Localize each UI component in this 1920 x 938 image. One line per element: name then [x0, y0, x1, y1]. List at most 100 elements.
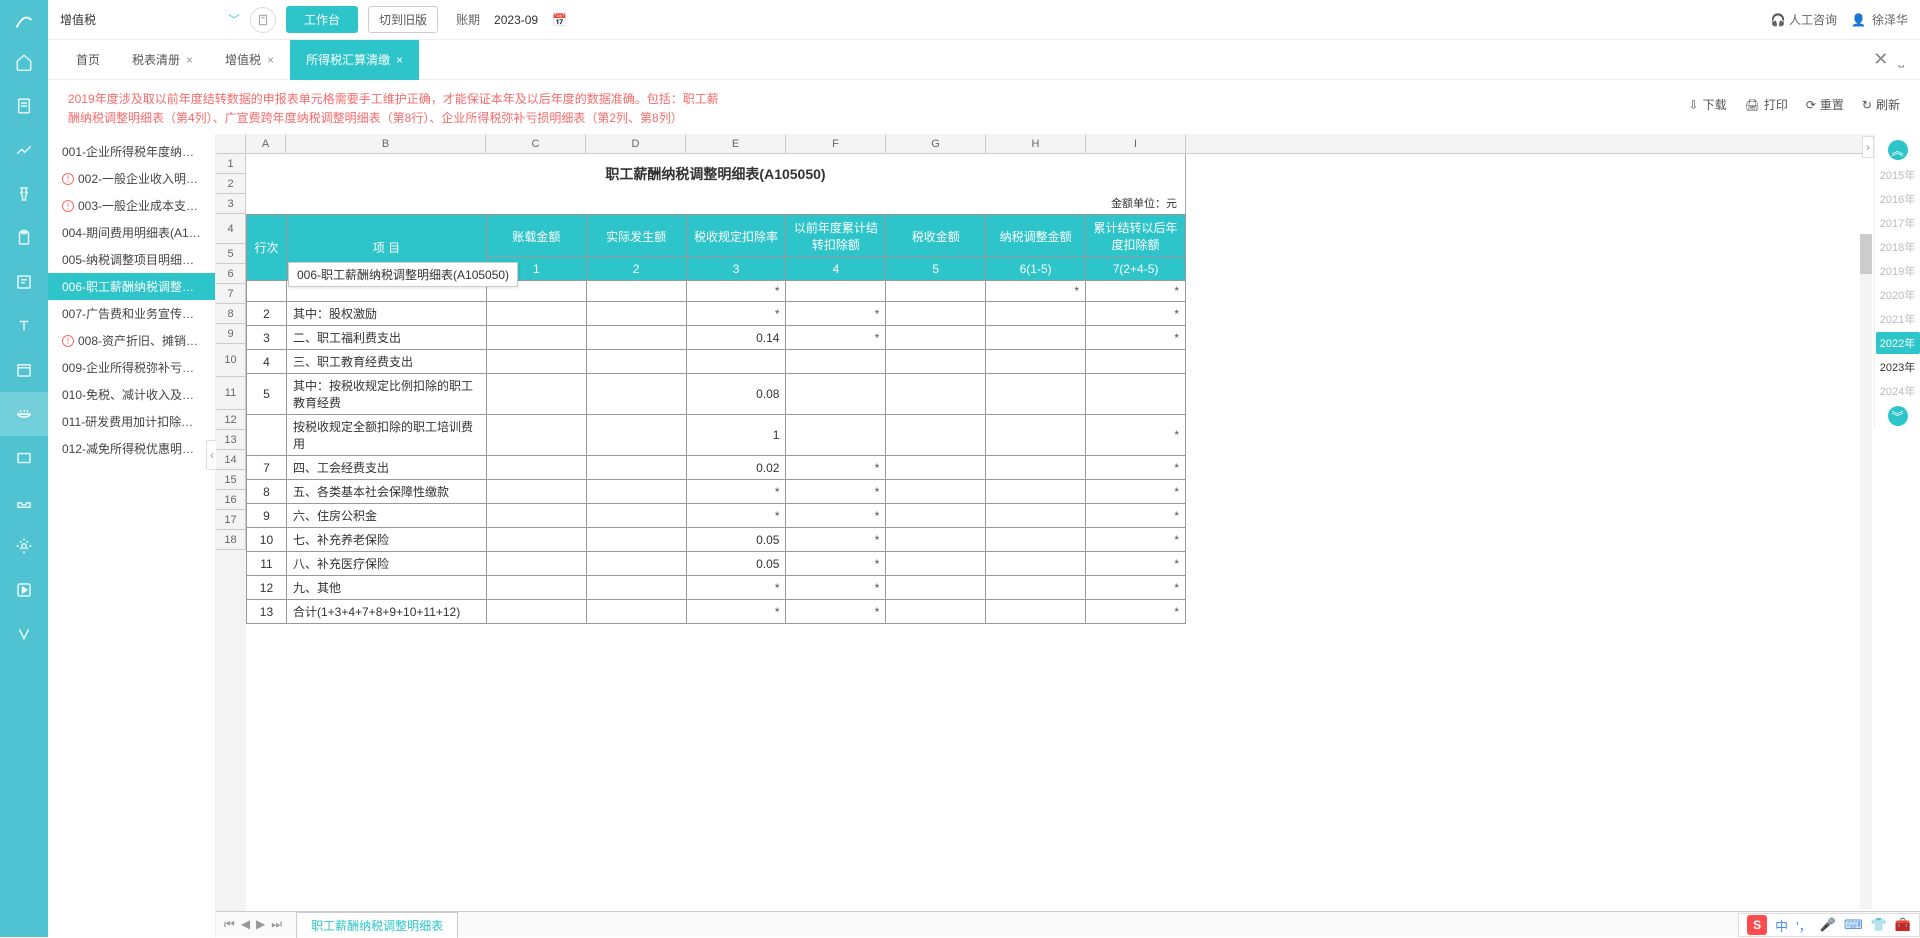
data-cell[interactable]	[686, 350, 786, 374]
data-cell[interactable]: *	[786, 480, 886, 504]
data-cell[interactable]: *	[786, 456, 886, 480]
data-cell[interactable]	[886, 415, 986, 456]
report-item-003[interactable]: !003-一般企业成本支出明细...	[48, 192, 215, 219]
data-cell[interactable]: *	[786, 576, 886, 600]
data-cell[interactable]	[486, 302, 586, 326]
data-cell[interactable]: *	[1086, 456, 1186, 480]
ime-mic-icon[interactable]: 🎤	[1820, 917, 1836, 933]
row-header-12[interactable]: 12	[216, 410, 246, 430]
ime-punct-icon[interactable]: '，	[1796, 916, 1811, 935]
year-down-icon[interactable]: ︾	[1888, 406, 1908, 426]
col-header-C[interactable]: C	[486, 134, 586, 153]
data-cell[interactable]	[886, 600, 986, 624]
data-cell[interactable]	[586, 480, 686, 504]
calendar-icon[interactable]: 📅	[552, 13, 567, 27]
data-cell[interactable]	[586, 350, 686, 374]
report-item-012[interactable]: 012-减免所得税优惠明细表(...	[48, 435, 215, 462]
sheet-first-icon[interactable]: ⏮	[224, 917, 235, 932]
nav-home-icon[interactable]	[0, 40, 48, 84]
year-2021年[interactable]: 2021年	[1876, 308, 1920, 330]
data-cell[interactable]: *	[786, 504, 886, 528]
year-2024年[interactable]: 2024年	[1876, 380, 1920, 402]
row-header-2[interactable]: 2	[216, 174, 246, 194]
data-cell[interactable]: *	[1086, 281, 1186, 302]
data-cell[interactable]	[986, 504, 1086, 528]
data-cell[interactable]: *	[786, 552, 886, 576]
download-button[interactable]: ⇩ 下载	[1689, 96, 1727, 113]
expand-year-rail-icon[interactable]: ›	[1862, 136, 1874, 158]
close-all-tabs-icon[interactable]: ✕	[1873, 49, 1888, 70]
report-item-004[interactable]: 004-期间费用明细表(A1040...	[48, 219, 215, 246]
data-cell[interactable]: *	[1086, 552, 1186, 576]
nav-gear-icon[interactable]	[0, 524, 48, 568]
nav-clipboard-icon[interactable]	[0, 216, 48, 260]
year-2017年[interactable]: 2017年	[1876, 212, 1920, 234]
data-cell[interactable]	[986, 456, 1086, 480]
data-cell[interactable]: *	[1086, 504, 1186, 528]
data-cell[interactable]: *	[686, 480, 786, 504]
data-cell[interactable]: 0.05	[686, 552, 786, 576]
row-header-5[interactable]: 5	[216, 244, 246, 264]
report-item-006[interactable]: 006-职工薪酬纳税调整明细...	[48, 273, 215, 300]
year-2019年[interactable]: 2019年	[1876, 260, 1920, 282]
ime-mode[interactable]: 中	[1775, 916, 1788, 935]
nav-play-icon[interactable]	[0, 568, 48, 612]
data-cell[interactable]: *	[686, 504, 786, 528]
data-cell[interactable]: *	[1086, 528, 1186, 552]
data-cell[interactable]	[886, 456, 986, 480]
row-header-13[interactable]: 13	[216, 430, 246, 450]
data-cell[interactable]	[786, 281, 886, 302]
data-cell[interactable]	[486, 600, 586, 624]
nav-doc-icon[interactable]	[0, 84, 48, 128]
col-header-G[interactable]: G	[886, 134, 986, 153]
data-cell[interactable]	[986, 552, 1086, 576]
data-cell[interactable]	[586, 415, 686, 456]
data-cell[interactable]	[586, 456, 686, 480]
data-cell[interactable]	[1086, 374, 1186, 415]
collapse-tabs-icon[interactable]: ⎵	[1898, 51, 1904, 68]
print-button[interactable]: 🖨 打印	[1745, 96, 1788, 113]
data-cell[interactable]: *	[1086, 600, 1186, 624]
data-cell[interactable]	[486, 552, 586, 576]
data-cell[interactable]	[586, 552, 686, 576]
report-item-007[interactable]: 007-广告费和业务宣传费跨...	[48, 300, 215, 327]
year-2020年[interactable]: 2020年	[1876, 284, 1920, 306]
ime-toolbox-icon[interactable]: 🧰	[1895, 917, 1911, 933]
sogou-logo-icon[interactable]: S	[1747, 915, 1767, 935]
tab-close-icon[interactable]: ×	[267, 53, 274, 67]
data-cell[interactable]	[586, 528, 686, 552]
data-cell[interactable]	[486, 504, 586, 528]
data-cell[interactable]	[986, 326, 1086, 350]
data-cell[interactable]	[486, 456, 586, 480]
data-cell[interactable]: *	[1086, 326, 1186, 350]
row-header-3[interactable]: 3	[216, 194, 246, 214]
data-cell[interactable]	[986, 374, 1086, 415]
nav-money-icon[interactable]	[0, 172, 48, 216]
data-cell[interactable]	[486, 374, 586, 415]
data-cell[interactable]	[886, 281, 986, 302]
nav-inbox-icon[interactable]	[0, 480, 48, 524]
row-header-15[interactable]: 15	[216, 470, 246, 490]
data-cell[interactable]	[886, 576, 986, 600]
data-cell[interactable]	[986, 600, 1086, 624]
ime-skin-icon[interactable]: 👕	[1871, 917, 1887, 933]
data-cell[interactable]	[1086, 350, 1186, 374]
data-cell[interactable]	[486, 350, 586, 374]
row-header-8[interactable]: 8	[216, 304, 246, 324]
reset-button[interactable]: ⟳ 重置	[1806, 96, 1844, 113]
sheet-last-icon[interactable]: ⏭	[271, 917, 282, 932]
nav-text-icon[interactable]	[0, 304, 48, 348]
data-cell[interactable]	[586, 302, 686, 326]
data-cell[interactable]	[886, 302, 986, 326]
data-cell[interactable]	[886, 480, 986, 504]
row-header-10[interactable]: 10	[216, 344, 246, 377]
data-cell[interactable]	[586, 576, 686, 600]
vertical-scrollbar[interactable]	[1860, 234, 1872, 909]
nav-bowl-icon[interactable]	[0, 392, 48, 436]
tax-type-select[interactable]: 增值税 ﹀	[60, 11, 240, 28]
data-cell[interactable]	[886, 504, 986, 528]
data-cell[interactable]	[486, 528, 586, 552]
data-cell[interactable]	[886, 326, 986, 350]
data-cell[interactable]	[986, 576, 1086, 600]
data-cell[interactable]	[586, 374, 686, 415]
